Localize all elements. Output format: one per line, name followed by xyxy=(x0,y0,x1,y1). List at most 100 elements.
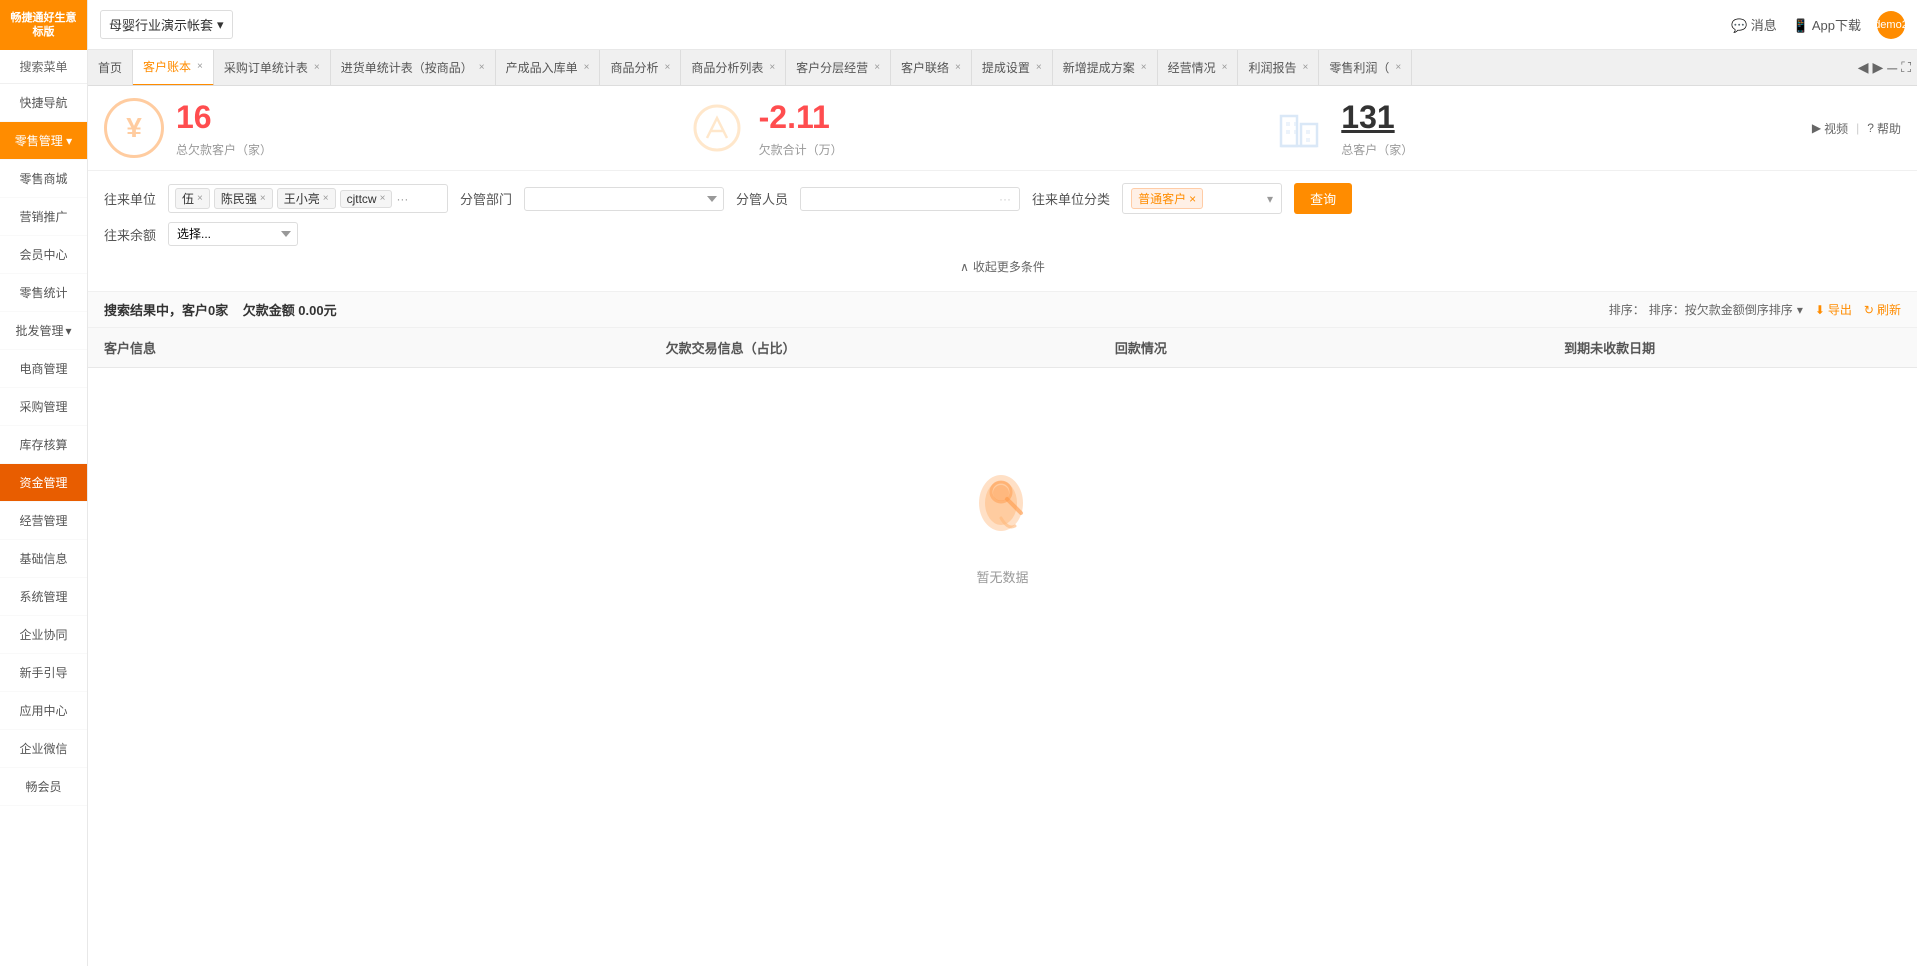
tab-customer-account[interactable]: 客户账本 × xyxy=(133,50,214,86)
person-input[interactable]: ··· xyxy=(800,187,1020,211)
remove-tag-wang[interactable]: × xyxy=(323,193,329,204)
sidebar-item-chang-member[interactable]: 畅会员 xyxy=(0,768,87,806)
message-btn[interactable]: 💬 消息 xyxy=(1731,15,1777,34)
export-btn[interactable]: ⬇ 导出 xyxy=(1815,301,1852,318)
sidebar-item-marketing[interactable]: 营销推广 xyxy=(0,198,87,236)
tab-goods-entry-stats[interactable]: 进货单统计表（按商品） × xyxy=(331,50,496,86)
tab-maximize-icon[interactable]: ⛶ xyxy=(1901,59,1911,76)
dept-label: 分管部门 xyxy=(460,189,512,208)
chevron-down-icon: ▾ xyxy=(217,17,224,33)
chevron-down-icon: ▾ xyxy=(1797,303,1803,317)
tab-purchase-order-stats[interactable]: 采购订单统计表 × xyxy=(214,50,331,86)
sidebar-item-app-center[interactable]: 应用中心 xyxy=(0,692,87,730)
sidebar-item-search-menu[interactable]: 搜索菜单 xyxy=(0,50,87,84)
result-info: 搜索结果中，客户0家 欠款金额 0.00元 xyxy=(104,300,337,319)
tab-profit-report[interactable]: 利润报告 × xyxy=(1238,50,1319,86)
sidebar-item-inventory[interactable]: 库存核算 xyxy=(0,426,87,464)
search-button[interactable]: 查询 xyxy=(1294,183,1352,214)
tab-close-icon[interactable]: × xyxy=(769,62,775,73)
tab-close-icon[interactable]: × xyxy=(1302,62,1308,73)
tab-customer-tier-ops[interactable]: 客户分层经营 × xyxy=(786,50,891,86)
tab-close-icon[interactable]: × xyxy=(1222,62,1228,73)
more-tags-icon[interactable]: ··· xyxy=(396,192,408,206)
filter-tag-cjttcw[interactable]: cjttcw × xyxy=(340,190,393,208)
debt-icon xyxy=(687,98,747,158)
app-download-btn[interactable]: 📱 App下载 xyxy=(1793,15,1861,34)
tab-close-icon[interactable]: × xyxy=(584,62,590,73)
filter-bar: 往来单位 伍 × 陈民强 × 王小亮 × cjttcw xyxy=(88,171,1917,292)
unit-filter-tags[interactable]: 伍 × 陈民强 × 王小亮 × cjttcw × ··· xyxy=(168,184,448,213)
sidebar-item-system-mgmt[interactable]: 系统管理 xyxy=(0,578,87,616)
refresh-btn[interactable]: ↻ 刷新 xyxy=(1864,301,1901,318)
sidebar-item-newcomer[interactable]: 新手引导 xyxy=(0,654,87,692)
collapse-btn[interactable]: ∧ 收起更多条件 xyxy=(952,254,1053,279)
tab-close-icon[interactable]: × xyxy=(197,61,203,72)
sort-control[interactable]: 排序： 排序：按欠款金额倒序排序 ▾ xyxy=(1609,301,1803,318)
remove-tag-wu[interactable]: × xyxy=(197,193,203,204)
tab-retail-profit[interactable]: 零售利润（ × xyxy=(1319,50,1412,86)
remove-unit-type-icon[interactable]: × xyxy=(1189,192,1196,206)
tab-close-icon[interactable]: × xyxy=(664,62,670,73)
remove-tag-cjttcw[interactable]: × xyxy=(380,193,386,204)
result-bar: 搜索结果中，客户0家 欠款金额 0.00元 排序： 排序：按欠款金额倒序排序 ▾… xyxy=(88,292,1917,328)
tab-production-entry[interactable]: 产成品入库单 × xyxy=(496,50,601,86)
export-icon: ⬇ xyxy=(1815,303,1825,317)
tab-add-commission[interactable]: 新增提成方案 × xyxy=(1053,50,1158,86)
sidebar-item-member-center[interactable]: 会员中心 xyxy=(0,236,87,274)
total-customers-label: 总客户（家） xyxy=(1341,141,1413,158)
refresh-icon: ↻ xyxy=(1864,303,1874,317)
stat-total-customers: 131 总客户（家） xyxy=(1229,98,1812,158)
sidebar-item-finance-mgmt[interactable]: 资金管理 xyxy=(0,464,87,502)
tab-goods-analysis[interactable]: 商品分析 × xyxy=(600,50,681,86)
sidebar-item-operations[interactable]: 经营管理 xyxy=(0,502,87,540)
tab-commission-settings[interactable]: 提成设置 × xyxy=(972,50,1053,86)
collapse-icon: ∧ xyxy=(960,260,969,274)
sidebar-item-purchase-mgmt[interactable]: 采购管理 xyxy=(0,388,87,426)
debt-label: 欠款合计（万） xyxy=(759,141,843,158)
table-header: 客户信息 欠款交易信息（占比） 回款情况 到期未收款日期 xyxy=(88,328,1917,368)
unit-type-selected-tag[interactable]: 普通客户 × xyxy=(1131,188,1203,209)
tab-customer-contact[interactable]: 客户联络 × xyxy=(891,50,972,86)
video-icon: ▶ xyxy=(1812,121,1821,135)
tab-close-icon[interactable]: × xyxy=(479,62,485,73)
filter-tag-wang[interactable]: 王小亮 × xyxy=(277,188,336,209)
tab-next-icon[interactable]: ▶ xyxy=(1872,59,1883,76)
tab-prev-icon[interactable]: ◀ xyxy=(1858,59,1869,76)
tab-home[interactable]: 首页 xyxy=(88,50,133,86)
sidebar-item-retail-stats[interactable]: 零售统计 xyxy=(0,274,87,312)
remove-tag-chen[interactable]: × xyxy=(260,193,266,204)
filter-tag-wu[interactable]: 伍 × xyxy=(175,188,210,209)
tab-close-icon[interactable]: × xyxy=(1036,62,1042,73)
tab-close-icon[interactable]: × xyxy=(955,62,961,73)
sidebar-item-retail-mall[interactable]: 零售商城 xyxy=(0,160,87,198)
balance-select[interactable]: 选择... xyxy=(168,222,298,246)
tab-close-icon[interactable]: × xyxy=(1141,62,1147,73)
sidebar-item-wholesale-mgmt[interactable]: 批发管理▾ xyxy=(0,312,87,350)
tab-operations[interactable]: 经营情况 × xyxy=(1158,50,1239,86)
main-area: 母婴行业演示帐套 ▾ 💬 消息 📱 App下载 demo2 首页 客户账本 × xyxy=(88,0,1917,966)
help-btn[interactable]: ? 帮助 xyxy=(1867,120,1901,137)
tab-close-icon[interactable]: × xyxy=(314,62,320,73)
sidebar-item-quick-nav[interactable]: 快捷导航 xyxy=(0,84,87,122)
unit-type-select[interactable]: 普通客户 × ▾ xyxy=(1122,183,1282,214)
sidebar-item-enterprise-collab[interactable]: 企业协同 xyxy=(0,616,87,654)
dept-select[interactable] xyxy=(524,187,724,211)
sidebar-item-ecom-mgmt[interactable]: 电商管理 xyxy=(0,350,87,388)
total-customers-value: 131 xyxy=(1341,98,1413,136)
empty-icon xyxy=(953,448,1053,551)
user-avatar[interactable]: demo2 xyxy=(1877,11,1905,39)
customers-label: 总欠款客户（家） xyxy=(176,141,272,158)
stat-debt: -2.11 欠款合计（万） xyxy=(647,98,1230,158)
account-selector[interactable]: 母婴行业演示帐套 ▾ xyxy=(100,10,233,39)
sidebar-item-basic-info[interactable]: 基础信息 xyxy=(0,540,87,578)
filter-tag-chen[interactable]: 陈民强 × xyxy=(214,188,273,209)
tab-close-icon[interactable]: × xyxy=(1395,62,1401,73)
tab-close-icon[interactable]: × xyxy=(874,62,880,73)
video-btn[interactable]: ▶ 视频 xyxy=(1812,120,1848,137)
tab-goods-analysis-list[interactable]: 商品分析列表 × xyxy=(681,50,786,86)
stats-bar: ¥ 16 总欠款客户（家） -2.11 欠款合计（万） xyxy=(88,86,1917,171)
tab-minimize-icon[interactable]: ─ xyxy=(1887,60,1897,76)
sidebar-item-retail-mgmt[interactable]: 零售管理 ▾ xyxy=(0,122,87,160)
sidebar-item-wechat-work[interactable]: 企业微信 xyxy=(0,730,87,768)
result-actions: 排序： 排序：按欠款金额倒序排序 ▾ ⬇ 导出 ↻ 刷新 xyxy=(1609,301,1901,318)
